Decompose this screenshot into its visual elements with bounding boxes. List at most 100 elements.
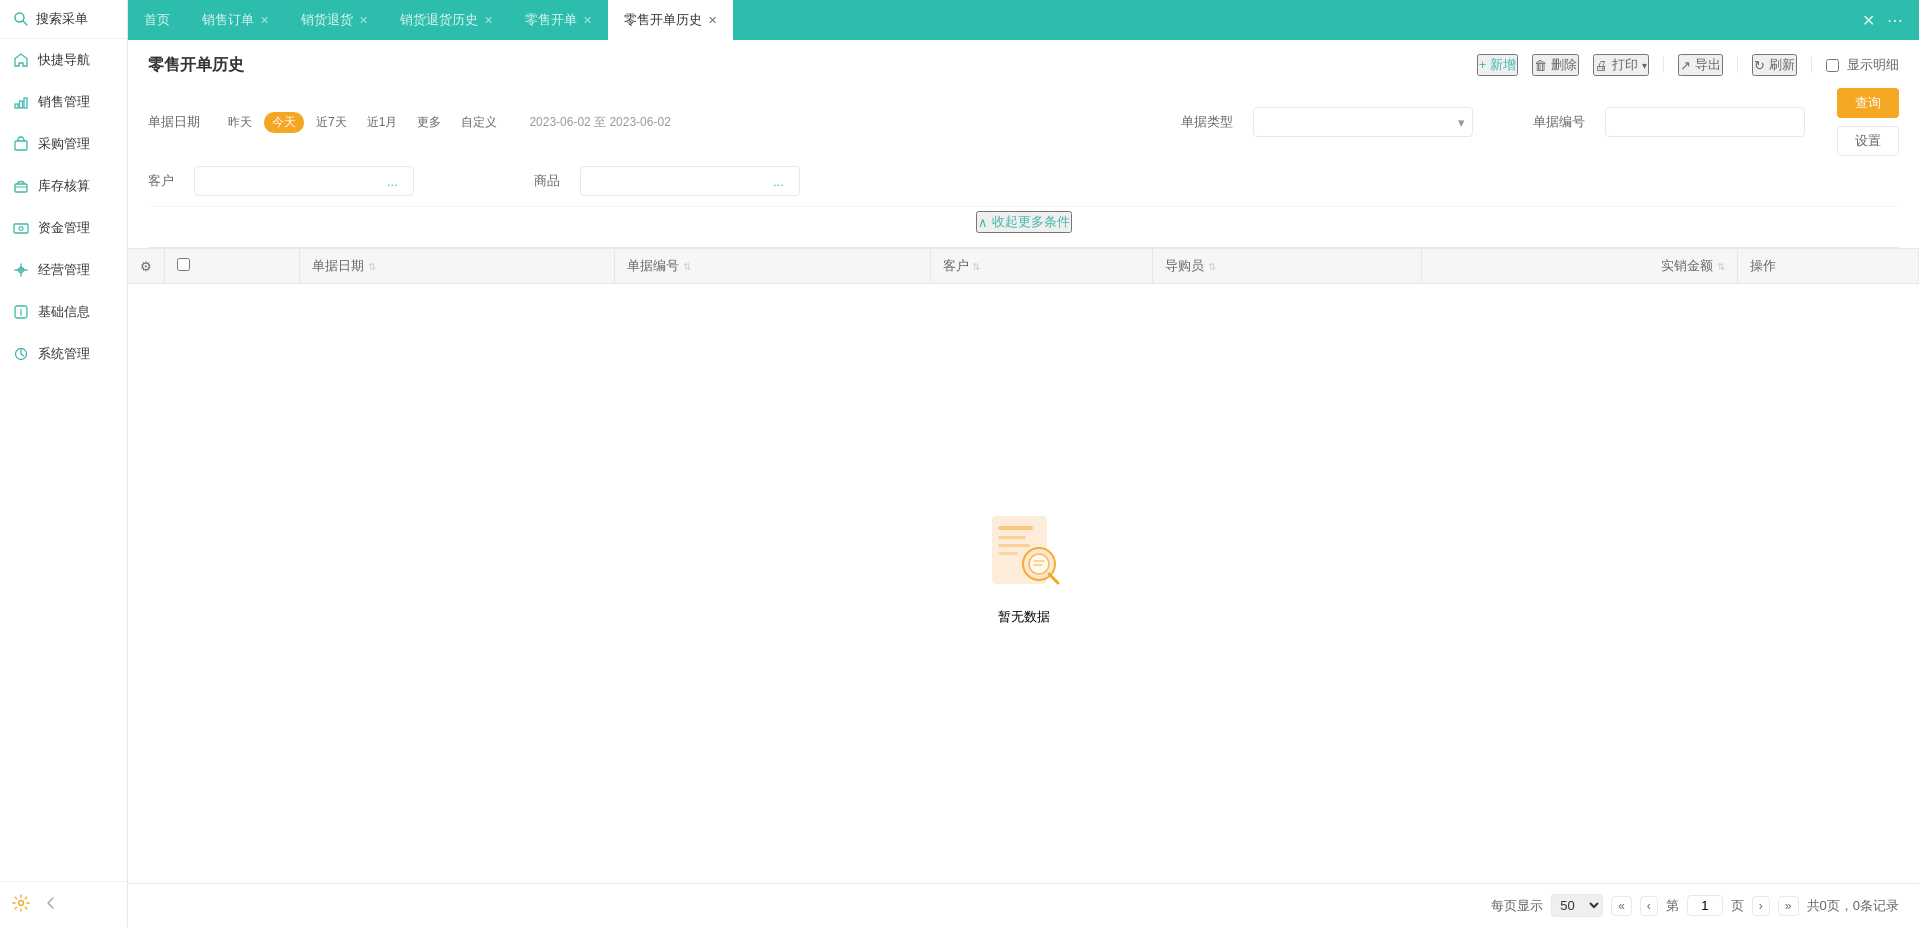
order-no-input[interactable] [1605, 107, 1805, 137]
goods-input[interactable] [589, 167, 769, 195]
sidebar-label-quick-nav: 快捷导航 [38, 51, 90, 69]
sidebar-search-label: 搜索采单 [36, 10, 88, 28]
sidebar-label-ops: 经营管理 [38, 261, 90, 279]
type-label: 单据类型 [1181, 113, 1233, 131]
sidebar-item-purchase-mgmt[interactable]: 采购管理 [0, 123, 127, 165]
customer-input[interactable] [203, 167, 383, 195]
add-button[interactable]: + 新增 [1477, 54, 1518, 76]
nav-close-icon[interactable]: ✕ [1862, 11, 1875, 30]
date-btn-custom[interactable]: 自定义 [453, 112, 505, 133]
print-label: 打印 [1612, 56, 1638, 74]
col-customer: 客户 ⇅ [930, 249, 1153, 284]
delete-button[interactable]: 🗑 删除 [1532, 54, 1579, 76]
tab-sales-return-close[interactable]: ✕ [359, 14, 368, 27]
last-page-button[interactable]: » [1778, 896, 1799, 916]
sidebar-item-basic-info[interactable]: 基础信息 [0, 291, 127, 333]
col-date-label: 单据日期 [312, 258, 364, 273]
prev-page-button[interactable]: ‹ [1640, 896, 1658, 916]
tab-retail-open[interactable]: 零售开单 ✕ [509, 0, 608, 40]
export-label: 导出 [1695, 56, 1721, 74]
col-amount-label: 实销金额 [1661, 258, 1713, 273]
svg-rect-8 [14, 224, 28, 233]
collapse-button[interactable]: ∧ 收起更多条件 [976, 211, 1072, 233]
search-icon [12, 10, 30, 28]
svg-point-15 [19, 901, 24, 906]
display-detail-checkbox[interactable] [1826, 59, 1839, 72]
svg-rect-5 [15, 141, 27, 150]
sidebar-item-sys-mgmt[interactable]: 系统管理 [0, 333, 127, 375]
tab-retail-open-history-close[interactable]: ✕ [708, 14, 717, 27]
nav-more-icon[interactable]: ⋯ [1887, 11, 1903, 30]
svg-rect-4 [24, 98, 27, 108]
date-btn-more[interactable]: 更多 [409, 112, 449, 133]
tab-sales-return-history[interactable]: 销货退货历史 ✕ [384, 0, 509, 40]
svg-rect-20 [998, 544, 1030, 547]
toolbar-divider [1663, 57, 1664, 73]
type-select[interactable] [1253, 107, 1473, 137]
sidebar-item-ops[interactable]: 经营管理 [0, 249, 127, 291]
sort-guide-icon[interactable]: ⇅ [1208, 261, 1216, 272]
sidebar-item-finance[interactable]: 资金管理 [0, 207, 127, 249]
chevron-up-icon: ∧ [978, 215, 988, 230]
export-button[interactable]: ↗ 导出 [1678, 54, 1723, 76]
tab-sales-return-history-label: 销货退货历史 [400, 11, 478, 29]
refresh-button[interactable]: ↻ 刷新 [1752, 54, 1797, 76]
tab-home[interactable]: 首页 [128, 0, 186, 40]
tab-sales-order[interactable]: 销售订单 ✕ [186, 0, 285, 40]
export-icon: ↗ [1680, 58, 1691, 73]
query-button[interactable]: 查询 [1837, 88, 1899, 118]
next-page-button[interactable]: › [1752, 896, 1770, 916]
content: 零售开单历史 + 新增 🗑 删除 🖨 打印 ▾ ↗ 导出 [128, 40, 1919, 927]
sort-date-icon[interactable]: ⇅ [368, 261, 376, 272]
tab-sales-return-history-close[interactable]: ✕ [484, 14, 493, 27]
box-icon [12, 177, 30, 195]
first-page-button[interactable]: « [1611, 896, 1632, 916]
sidebar-item-inventory[interactable]: 库存核算 [0, 165, 127, 207]
display-detail-label: 显示明细 [1847, 56, 1899, 74]
goods-dots[interactable]: ... [769, 174, 788, 189]
settings-icon[interactable] [12, 894, 30, 915]
sidebar-label-purchase-mgmt: 采购管理 [38, 135, 90, 153]
select-all-checkbox[interactable] [177, 258, 190, 271]
col-customer-label: 客户 [943, 258, 969, 273]
customer-dots[interactable]: ... [383, 174, 402, 189]
date-btn-today[interactable]: 今天 [264, 112, 304, 133]
tab-sales-order-close[interactable]: ✕ [260, 14, 269, 27]
tab-retail-open-history[interactable]: 零售开单历史 ✕ [608, 0, 733, 40]
main-area: 首页 销售订单 ✕ 销货退货 ✕ 销货退货历史 ✕ 零售开单 ✕ 零售开单历史 … [128, 0, 1919, 927]
col-amount: 实销金额 ⇅ [1422, 249, 1737, 284]
date-btn-last7[interactable]: 近7天 [308, 112, 355, 133]
date-btn-yesterday[interactable]: 昨天 [220, 112, 260, 133]
sidebar-label-sys-mgmt: 系统管理 [38, 345, 90, 363]
page-number-input[interactable] [1687, 895, 1723, 916]
tab-retail-open-close[interactable]: ✕ [583, 14, 592, 27]
collapse-sidebar-icon[interactable] [42, 894, 60, 915]
tab-retail-open-history-label: 零售开单历史 [624, 11, 702, 29]
col-settings-icon[interactable]: ⚙ [140, 259, 152, 274]
home-icon [12, 51, 30, 69]
sort-order-no-icon[interactable]: ⇅ [683, 261, 691, 272]
svg-point-13 [20, 309, 22, 311]
ops-icon [12, 261, 30, 279]
sort-customer-icon[interactable]: ⇅ [972, 261, 980, 272]
display-detail-toggle[interactable]: 显示明细 [1826, 56, 1899, 74]
tab-sales-return[interactable]: 销货退货 ✕ [285, 0, 384, 40]
sidebar-search[interactable]: 搜索采单 [0, 0, 127, 39]
tab-sales-order-label: 销售订单 [202, 11, 254, 29]
sidebar-item-sales-mgmt[interactable]: 销售管理 [0, 81, 127, 123]
page-title-row: 零售开单历史 + 新增 🗑 删除 🖨 打印 ▾ ↗ 导出 [148, 54, 1899, 76]
page-size-select[interactable]: 50 10 20 100 [1551, 894, 1603, 917]
sidebar-item-quick-nav[interactable]: 快捷导航 [0, 39, 127, 81]
col-order-no: 单据编号 ⇅ [615, 249, 930, 284]
sort-amount-icon[interactable]: ⇅ [1717, 261, 1725, 272]
order-no-label: 单据编号 [1533, 113, 1585, 131]
pagination: 每页显示 50 10 20 100 « ‹ 第 页 › » 共0页，0条记录 [128, 883, 1919, 927]
date-range-display: 2023-06-02 至 2023-06-02 [529, 114, 670, 131]
top-nav: 首页 销售订单 ✕ 销货退货 ✕ 销货退货历史 ✕ 零售开单 ✕ 零售开单历史 … [128, 0, 1919, 40]
print-button[interactable]: 🖨 打印 ▾ [1593, 54, 1649, 76]
date-btn-last1m[interactable]: 近1月 [359, 112, 406, 133]
collapse-row: ∧ 收起更多条件 [148, 206, 1899, 237]
tab-home-label: 首页 [144, 11, 170, 29]
customer-label: 客户 [148, 172, 174, 190]
setting-button[interactable]: 设置 [1837, 126, 1899, 156]
